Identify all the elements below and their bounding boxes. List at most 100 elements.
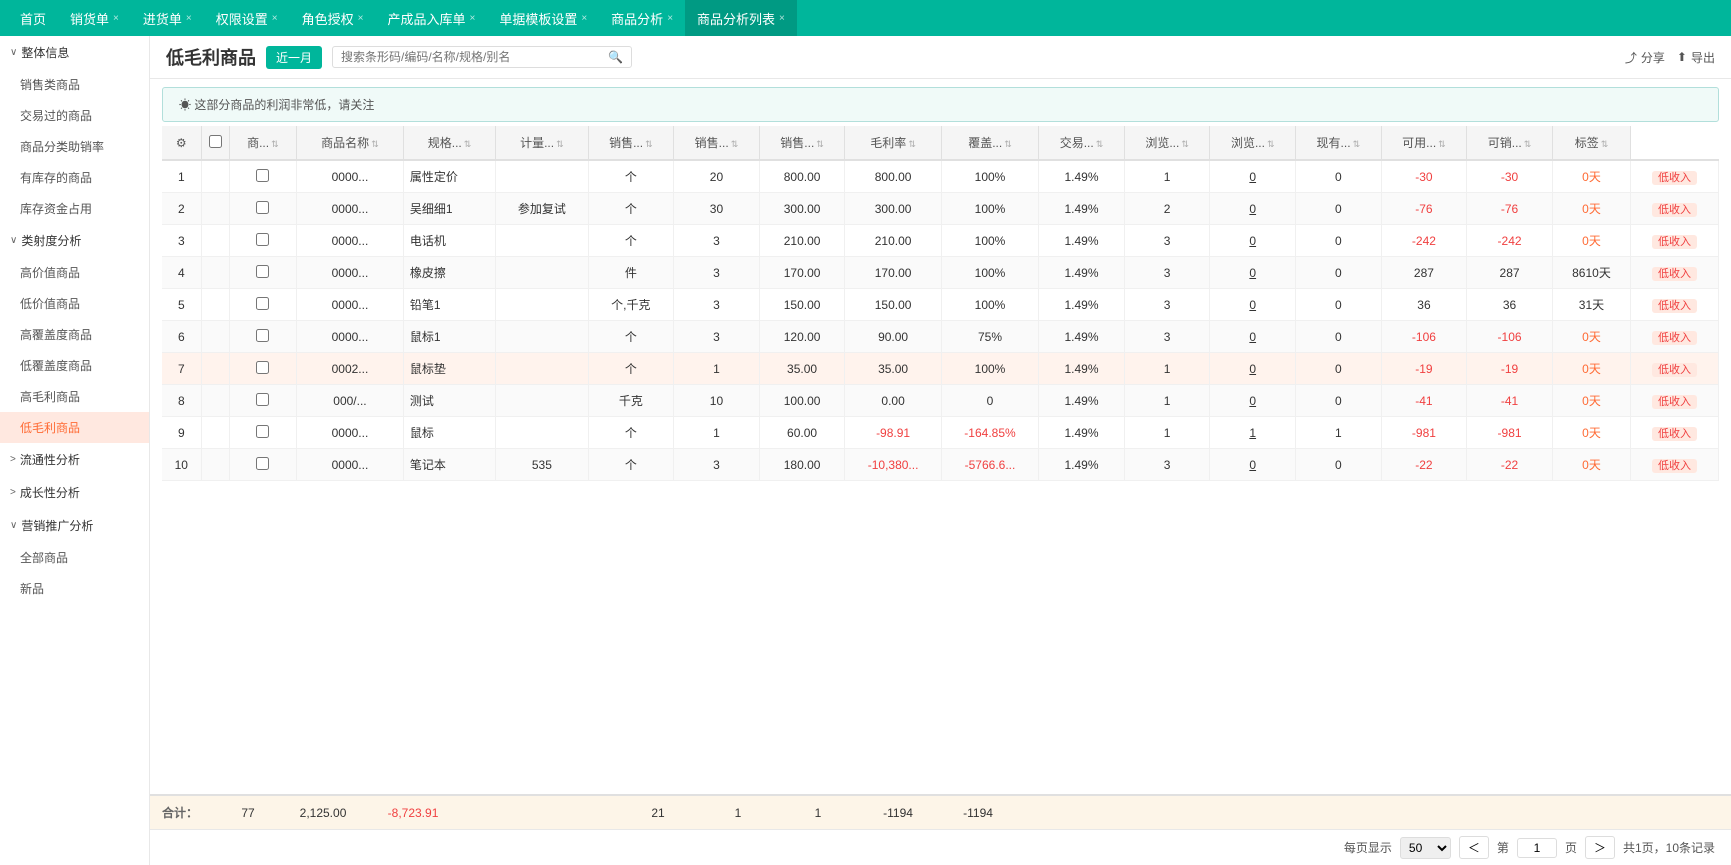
row-checkbox[interactable] — [256, 233, 269, 246]
search-icon[interactable]: 🔍 — [608, 50, 623, 64]
row-checkbox[interactable] — [256, 201, 269, 214]
sidebar-item-全部商品[interactable]: 全部商品 — [0, 542, 149, 573]
row-checkbox[interactable] — [256, 425, 269, 438]
sidebar-section-类射度分析[interactable]: ∨类射度分析 — [0, 224, 149, 257]
view-link[interactable]: 0 — [1249, 234, 1256, 248]
sidebar-item-高覆盖度商品[interactable]: 高覆盖度商品 — [0, 319, 149, 350]
share-button[interactable]: ⤴ 分享 — [1625, 49, 1665, 66]
sidebar-item-高毛利商品[interactable]: 高毛利商品 — [0, 381, 149, 412]
col-gross-margin[interactable]: 毛利率⇅ — [845, 126, 941, 160]
nav-close-icon[interactable]: × — [779, 13, 785, 24]
sidebar-item-商品分类助销率[interactable]: 商品分类助销率 — [0, 131, 149, 162]
nav-item-单据模板设置[interactable]: 单据模板设置× — [487, 0, 599, 36]
sidebar-section-整体信息[interactable]: ∨整体信息 — [0, 36, 149, 69]
table-cell[interactable] — [229, 353, 296, 385]
table-cell[interactable]: 0 — [1210, 225, 1296, 257]
view-link[interactable]: 0 — [1249, 298, 1256, 312]
table-cell[interactable]: 0 — [1210, 289, 1296, 321]
table-cell[interactable]: 1 — [1210, 417, 1296, 449]
col-available[interactable]: 可用...⇅ — [1381, 126, 1467, 160]
nav-item-角色授权[interactable]: 角色授权× — [290, 0, 376, 36]
table-cell[interactable] — [229, 385, 296, 417]
col-sales-qty[interactable]: 销售...⇅ — [588, 126, 674, 160]
nav-close-icon[interactable]: × — [667, 13, 673, 24]
table-cell[interactable] — [229, 225, 296, 257]
view-link[interactable]: 0 — [1249, 394, 1256, 408]
table-cell[interactable] — [229, 449, 296, 481]
table-cell[interactable]: 0 — [1210, 160, 1296, 193]
table-cell[interactable]: 0 — [1210, 321, 1296, 353]
sidebar-item-交易过的商品[interactable]: 交易过的商品 — [0, 100, 149, 131]
table-cell[interactable] — [229, 289, 296, 321]
sidebar-section-营销推广分析[interactable]: ∨营销推广分析 — [0, 509, 149, 542]
row-checkbox[interactable] — [256, 329, 269, 342]
table-cell[interactable] — [229, 321, 296, 353]
sidebar-section-成长性分析[interactable]: >成长性分析 — [0, 476, 149, 509]
view-link[interactable]: 0 — [1249, 170, 1256, 184]
sidebar-item-新品[interactable]: 新品 — [0, 573, 149, 604]
table-cell[interactable]: 0 — [1210, 385, 1296, 417]
nav-item-产成品入库单[interactable]: 产成品入库单× — [375, 0, 487, 36]
row-checkbox[interactable] — [256, 457, 269, 470]
view-link[interactable]: 0 — [1249, 202, 1256, 216]
nav-close-icon[interactable]: × — [581, 13, 587, 24]
nav-item-商品分析列表[interactable]: 商品分析列表× — [685, 0, 797, 36]
col-current-stock[interactable]: 现有...⇅ — [1296, 126, 1382, 160]
table-cell[interactable]: 0 — [1210, 257, 1296, 289]
col-transaction[interactable]: 交易...⇅ — [1039, 126, 1125, 160]
select-all-checkbox[interactable] — [209, 135, 222, 148]
nav-close-icon[interactable]: × — [113, 13, 119, 24]
row-checkbox[interactable] — [256, 361, 269, 374]
nav-item-进货单[interactable]: 进货单× — [131, 0, 204, 36]
col-code[interactable]: 商...⇅ — [229, 126, 296, 160]
nav-item-权限设置[interactable]: 权限设置× — [204, 0, 290, 36]
table-cell[interactable] — [229, 257, 296, 289]
col-sales-price[interactable]: 销售...⇅ — [674, 126, 760, 160]
sidebar-item-低覆盖度商品[interactable]: 低覆盖度商品 — [0, 350, 149, 381]
table-cell[interactable]: 0 — [1210, 449, 1296, 481]
prev-page-button[interactable]: ＜ — [1459, 836, 1489, 859]
page-size-select[interactable]: 50 100 200 — [1400, 837, 1451, 859]
row-checkbox[interactable] — [256, 265, 269, 278]
page-number-input[interactable] — [1517, 838, 1557, 858]
col-view2[interactable]: 浏览...⇅ — [1210, 126, 1296, 160]
sidebar-item-低价值商品[interactable]: 低价值商品 — [0, 288, 149, 319]
table-cell[interactable]: 0 — [1210, 353, 1296, 385]
col-tag[interactable]: 标签⇅ — [1552, 126, 1630, 160]
nav-close-icon[interactable]: × — [358, 13, 364, 24]
col-name[interactable]: 商品名称⇅ — [297, 126, 404, 160]
row-checkbox[interactable] — [256, 169, 269, 182]
col-unit[interactable]: 计量...⇅ — [496, 126, 588, 160]
nav-item-商品分析[interactable]: 商品分析× — [599, 0, 685, 36]
table-cell[interactable] — [229, 193, 296, 225]
table-cell[interactable] — [229, 160, 296, 193]
sidebar-item-低毛利商品[interactable]: 低毛利商品 — [0, 412, 149, 443]
sidebar-item-高价值商品[interactable]: 高价值商品 — [0, 257, 149, 288]
next-page-button[interactable]: ＞ — [1585, 836, 1615, 859]
row-checkbox[interactable] — [256, 393, 269, 406]
table-container[interactable]: ⚙ 商...⇅ 商品名称⇅ 规格...⇅ 计量...⇅ 销售...⇅ 销售...… — [150, 126, 1731, 794]
search-input[interactable] — [341, 50, 608, 64]
table-cell[interactable] — [229, 417, 296, 449]
view-link[interactable]: 1 — [1249, 426, 1256, 440]
nav-close-icon[interactable]: × — [469, 13, 475, 24]
sidebar-item-库存资金占用[interactable]: 库存资金占用 — [0, 193, 149, 224]
col-view1[interactable]: 浏览...⇅ — [1124, 126, 1210, 160]
col-coverage[interactable]: 覆盖...⇅ — [941, 126, 1038, 160]
export-button[interactable]: ⬆ 导出 — [1677, 49, 1715, 66]
col-sales-amount[interactable]: 销售...⇅ — [759, 126, 845, 160]
col-checkbox[interactable] — [201, 126, 229, 160]
sidebar-item-销售类商品[interactable]: 销售类商品 — [0, 69, 149, 100]
nav-close-icon[interactable]: × — [186, 13, 192, 24]
col-spec[interactable]: 规格...⇅ — [403, 126, 495, 160]
sidebar-item-有库存的商品[interactable]: 有库存的商品 — [0, 162, 149, 193]
col-settings[interactable]: ⚙ — [162, 126, 201, 160]
sidebar-section-流通性分析[interactable]: >流通性分析 — [0, 443, 149, 476]
nav-item-销货单[interactable]: 销货单× — [58, 0, 131, 36]
nav-item-首页[interactable]: 首页 — [8, 0, 58, 36]
row-checkbox[interactable] — [256, 297, 269, 310]
nav-close-icon[interactable]: × — [272, 13, 278, 24]
view-link[interactable]: 0 — [1249, 458, 1256, 472]
view-link[interactable]: 0 — [1249, 362, 1256, 376]
view-link[interactable]: 0 — [1249, 266, 1256, 280]
